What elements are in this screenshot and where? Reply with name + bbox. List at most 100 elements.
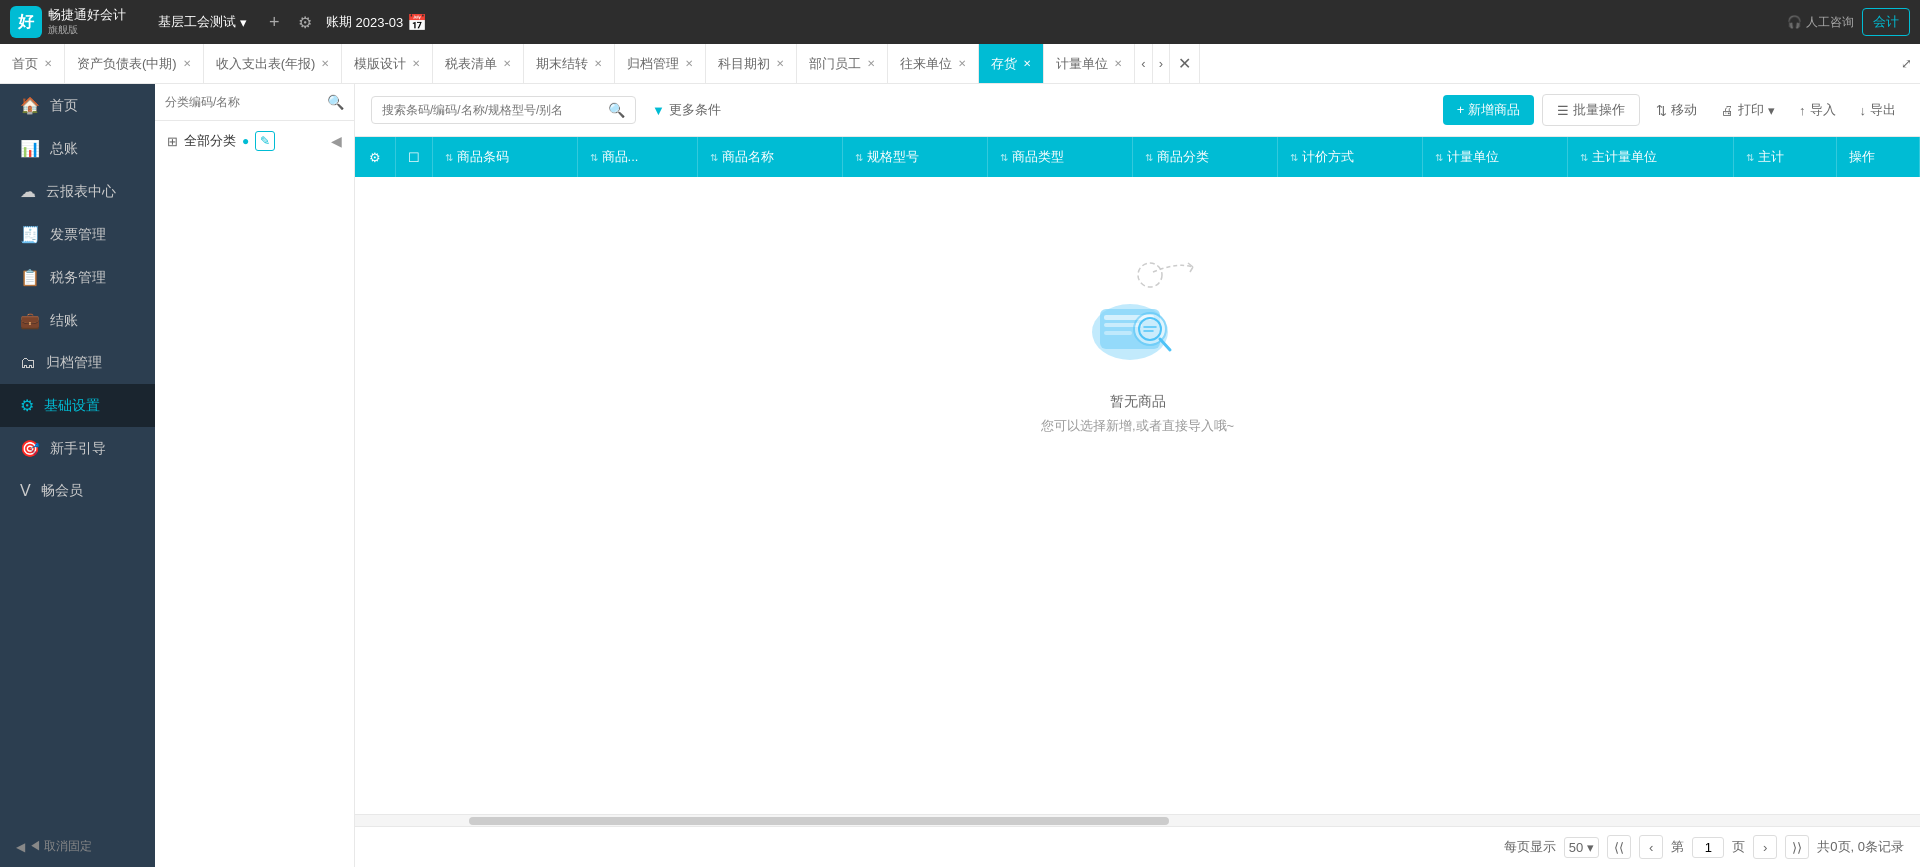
category-collapse-btn[interactable]: ◀ — [331, 133, 342, 149]
batch-icon: ☰ — [1557, 103, 1569, 118]
sidebar-item-invoice[interactable]: 🧾 发票管理 — [0, 213, 155, 256]
tab-inventory[interactable]: 存货 ✕ — [979, 44, 1044, 83]
calendar-icon[interactable]: 📅 — [407, 13, 427, 32]
per-page-label: 每页显示 — [1504, 838, 1556, 856]
tab-close-contacts[interactable]: ✕ — [958, 58, 966, 69]
sidebar-item-label: 新手引导 — [50, 440, 106, 458]
empty-desc: 您可以选择新增,或者直接导入哦~ — [1041, 417, 1234, 435]
filter-icon: ▼ — [652, 103, 665, 118]
tab-close-dept[interactable]: ✕ — [867, 58, 875, 69]
import-btn[interactable]: ↑ 导入 — [1791, 95, 1844, 125]
logo-icon: 好 — [10, 6, 42, 38]
sidebar-item-member[interactable]: V 畅会员 — [0, 470, 155, 512]
prev-page-btn[interactable]: ‹ — [1639, 835, 1663, 859]
horizontal-scrollbar[interactable] — [355, 814, 1920, 826]
ai-consult-btn[interactable]: 🎧 人工咨询 — [1787, 14, 1854, 31]
sidebar-item-archive[interactable]: 🗂 归档管理 — [0, 342, 155, 384]
move-btn[interactable]: ⇅ 移动 — [1648, 95, 1705, 125]
tab-close-unit[interactable]: ✕ — [1114, 58, 1122, 69]
member-icon: V — [20, 482, 31, 500]
header-actions: 🎧 人工咨询 会计 — [1787, 8, 1910, 36]
scroll-thumb[interactable] — [469, 817, 1169, 825]
cloud-icon: ☁ — [20, 182, 36, 201]
filter-btn[interactable]: ▼ 更多条件 — [644, 95, 729, 125]
col-barcode: ⇅商品条码 — [432, 137, 577, 177]
tab-expand-btn[interactable]: ⤢ — [1893, 44, 1920, 83]
tab-archive[interactable]: 归档管理 ✕ — [615, 44, 706, 83]
add-company-btn[interactable]: + — [265, 8, 284, 37]
tab-prev-btn[interactable]: ‹ — [1135, 44, 1152, 83]
main-layout: 🏠 首页 📊 总账 ☁ 云报表中心 🧾 发票管理 📋 税务管理 💼 结账 🗂 归… — [0, 84, 1920, 867]
sidebar-item-ledger[interactable]: 📊 总账 — [0, 127, 155, 170]
settings-btn[interactable]: ⚙ — [294, 9, 316, 36]
table-container[interactable]: ⚙ ☐ ⇅商品条码 ⇅商品... ⇅商品名称 ⇅规格型号 ⇅商品类型 ⇅商品分类… — [355, 137, 1920, 814]
tab-contacts[interactable]: 往来单位 ✕ — [888, 44, 979, 83]
sidebar-item-settings[interactable]: ⚙ 基础设置 — [0, 384, 155, 427]
sidebar-item-guide[interactable]: 🎯 新手引导 — [0, 427, 155, 470]
tab-close-income[interactable]: ✕ — [321, 58, 329, 69]
tab-close-tax[interactable]: ✕ — [503, 58, 511, 69]
per-page-value: 50 — [1569, 840, 1583, 855]
category-search-icon[interactable]: 🔍 — [327, 94, 344, 110]
tab-close-archive[interactable]: ✕ — [685, 58, 693, 69]
kuaiji-btn[interactable]: 会计 — [1862, 8, 1910, 36]
period-badge: 账期 2023-03 📅 — [326, 13, 428, 32]
tab-label: 归档管理 — [627, 55, 679, 73]
top-header: 好 畅捷通好会计 旗舰版 基层工会测试 ▾ + ⚙ 账期 2023-03 📅 🎧… — [0, 0, 1920, 44]
tab-close-template[interactable]: ✕ — [412, 58, 420, 69]
tab-close-home[interactable]: ✕ — [44, 58, 52, 69]
sidebar-item-home[interactable]: 🏠 首页 — [0, 84, 155, 127]
first-page-btn[interactable]: ⟨⟨ — [1607, 835, 1631, 859]
sidebar-item-tax[interactable]: 📋 税务管理 — [0, 256, 155, 299]
tab-home[interactable]: 首页 ✕ — [0, 44, 65, 83]
tab-dept-staff[interactable]: 部门员工 ✕ — [797, 44, 888, 83]
invoice-icon: 🧾 — [20, 225, 40, 244]
sidebar-item-close-account[interactable]: 💼 结账 — [0, 299, 155, 342]
col-type: ⇅商品类型 — [987, 137, 1132, 177]
tab-close-period[interactable]: ✕ — [594, 58, 602, 69]
tab-bar: 首页 ✕ 资产负债表(中期) ✕ 收入支出表(年报) ✕ 模版设计 ✕ 税表清单… — [0, 44, 1920, 84]
sidebar-collapse-btn[interactable]: ◀ ◀ 取消固定 — [0, 826, 155, 867]
search-input[interactable] — [382, 103, 602, 117]
tab-close-all-btn[interactable]: ✕ — [1170, 44, 1200, 83]
import-icon: ↑ — [1799, 103, 1806, 118]
col-name: ⇅商品名称 — [697, 137, 842, 177]
pagination-bar: 每页显示 50 ▾ ⟨⟨ ‹ 第 页 › ⟩⟩ 共0页, 0条记录 — [355, 826, 1920, 867]
tab-balance-sheet[interactable]: 资产负债表(中期) ✕ — [65, 44, 204, 83]
batch-operation-btn[interactable]: ☰ 批量操作 — [1542, 94, 1640, 126]
tab-subject-init[interactable]: 科目期初 ✕ — [706, 44, 797, 83]
export-btn[interactable]: ↓ 导出 — [1852, 95, 1905, 125]
search-icon[interactable]: 🔍 — [608, 102, 625, 118]
sidebar-item-cloud-report[interactable]: ☁ 云报表中心 — [0, 170, 155, 213]
tab-close-balance[interactable]: ✕ — [183, 58, 191, 69]
col-unit: ⇅计量单位 — [1422, 137, 1567, 177]
tab-tax-table[interactable]: 税表清单 ✕ — [433, 44, 524, 83]
tab-unit[interactable]: 计量单位 ✕ — [1044, 44, 1135, 83]
ai-consult-label: 人工咨询 — [1806, 14, 1854, 31]
company-name: 基层工会测试 — [158, 13, 236, 31]
tab-period-carry[interactable]: 期末结转 ✕ — [524, 44, 615, 83]
app-name: 畅捷通好会计 — [48, 7, 126, 23]
col-category: ⇅商品分类 — [1132, 137, 1277, 177]
tab-next-btn[interactable]: › — [1153, 44, 1170, 83]
headset-icon: 🎧 — [1787, 15, 1802, 29]
page-number-input[interactable] — [1692, 837, 1724, 858]
tab-close-inventory[interactable]: ✕ — [1023, 58, 1031, 69]
col-checkbox[interactable]: ☐ — [395, 137, 432, 177]
add-product-btn[interactable]: + 新增商品 — [1443, 95, 1534, 125]
category-search-bar: 🔍 — [155, 84, 354, 121]
category-edit-btn[interactable]: ✎ — [255, 131, 275, 151]
per-page-select[interactable]: 50 ▾ — [1564, 837, 1599, 858]
tab-income-report[interactable]: 收入支出表(年报) ✕ — [204, 44, 343, 83]
tab-template[interactable]: 模版设计 ✕ — [342, 44, 433, 83]
last-page-btn[interactable]: ⟩⟩ — [1785, 835, 1809, 859]
col-main: ⇅主计 — [1734, 137, 1837, 177]
col-settings[interactable]: ⚙ — [355, 137, 395, 177]
move-icon: ⇅ — [1656, 103, 1667, 118]
tab-close-subject[interactable]: ✕ — [776, 58, 784, 69]
company-selector[interactable]: 基层工会测试 ▾ — [150, 9, 255, 35]
category-search-input[interactable] — [165, 95, 323, 109]
col-spec: ⇅规格型号 — [842, 137, 987, 177]
print-btn[interactable]: 🖨 打印 ▾ — [1713, 95, 1783, 125]
next-page-btn[interactable]: › — [1753, 835, 1777, 859]
